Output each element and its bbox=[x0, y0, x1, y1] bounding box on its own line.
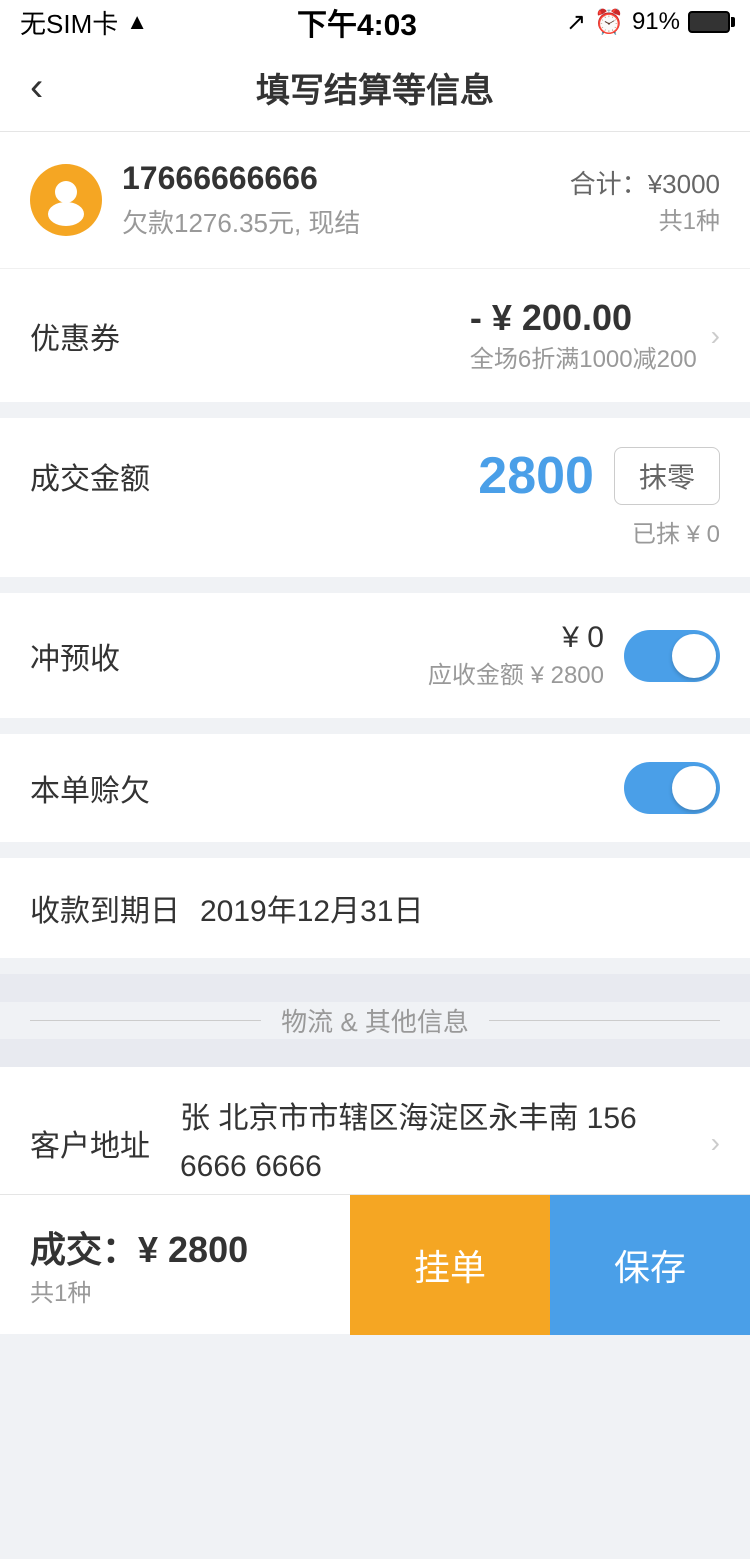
coupon-label: 优惠券 bbox=[30, 314, 120, 358]
coupon-row[interactable]: 优惠券 - ¥ 200.00 全场6折满1000减200 › bbox=[0, 268, 750, 402]
nav-bar: ‹ 填写结算等信息 bbox=[0, 44, 750, 132]
page-title: 填写结算等信息 bbox=[256, 63, 494, 112]
amount-value: 2800 bbox=[478, 446, 594, 506]
prereceive-amount: ¥ 0 应收金额 ¥ 2800 bbox=[428, 621, 604, 690]
prereceive-label: 冲预收 bbox=[30, 634, 120, 678]
customer-row: 17666666666 欠款1276.35元, 现结 合计：¥3000 共1种 bbox=[0, 132, 750, 268]
save-button[interactable]: 保存 bbox=[550, 1195, 750, 1335]
round-button[interactable]: 抹零 bbox=[614, 447, 720, 505]
debt-row: 本单赊欠 bbox=[30, 762, 720, 814]
duedate-value: 2019年12月31日 bbox=[200, 886, 423, 930]
person-icon bbox=[40, 174, 92, 226]
address-value: 张 北京市市辖区海淀区永丰南 156 6666 6666 bbox=[180, 1095, 711, 1191]
coupon-right: - ¥ 200.00 全场6折满1000减200 › bbox=[470, 297, 720, 374]
duedate-row: 收款到期日 2019年12月31日 bbox=[30, 886, 720, 930]
pending-button[interactable]: 挂单 bbox=[350, 1195, 550, 1335]
bottom-transaction: 成交：¥ 2800 bbox=[30, 1221, 320, 1273]
logistics-section: 物流 & 其他信息 bbox=[0, 974, 750, 1067]
back-button[interactable]: ‹ bbox=[30, 65, 43, 110]
customer-total: 合计：¥3000 共1种 bbox=[570, 164, 720, 236]
bottom-summary: 成交：¥ 2800 共1种 bbox=[0, 1221, 350, 1308]
coupon-desc: 全场6折满1000减200 bbox=[470, 339, 697, 374]
debt-section: 本单赊欠 bbox=[0, 734, 750, 842]
battery-percent: 91% bbox=[632, 8, 680, 36]
transaction-section: 成交金额 2800 抹零 已抹 ¥ 0 bbox=[0, 418, 750, 577]
alarm-icon: ⏰ bbox=[594, 8, 624, 37]
prereceive-sub: 应收金额 ¥ 2800 bbox=[428, 655, 604, 690]
prereceive-value: ¥ 0 bbox=[428, 621, 604, 655]
location-icon: ↗ bbox=[566, 8, 586, 37]
coupon-chevron-icon: › bbox=[711, 320, 720, 352]
customer-info: 17666666666 欠款1276.35元, 现结 bbox=[122, 160, 360, 240]
bottom-count: 共1种 bbox=[30, 1273, 320, 1308]
content: 17666666666 欠款1276.35元, 现结 合计：¥3000 共1种 … bbox=[0, 132, 750, 1559]
coupon-discount: - ¥ 200.00 bbox=[470, 297, 701, 339]
prereceive-toggle[interactable] bbox=[624, 630, 720, 682]
avatar bbox=[30, 164, 102, 236]
address-label: 客户地址 bbox=[30, 1121, 150, 1165]
status-time: 下午4:03 bbox=[297, 0, 417, 44]
total-label: 合计：¥3000 bbox=[570, 164, 720, 201]
customer-phone: 17666666666 bbox=[122, 160, 360, 197]
prereceive-section: 冲预收 ¥ 0 应收金额 ¥ 2800 bbox=[0, 593, 750, 718]
wifi-icon: ▲ bbox=[126, 9, 148, 35]
amount-sub: 已抹 ¥ 0 bbox=[30, 514, 720, 549]
address-chevron-icon: › bbox=[711, 1127, 720, 1159]
status-bar: 无SIM卡 ▲ 下午4:03 ↗ ⏰ 91% bbox=[0, 0, 750, 44]
logistics-divider: 物流 & 其他信息 bbox=[0, 1002, 750, 1039]
debt-toggle[interactable] bbox=[624, 762, 720, 814]
customer-subtext: 欠款1276.35元, 现结 bbox=[122, 203, 360, 240]
battery-icon bbox=[688, 11, 730, 33]
prereceive-right: ¥ 0 应收金额 ¥ 2800 bbox=[428, 621, 720, 690]
divider-line-right bbox=[489, 1020, 720, 1021]
customer-left: 17666666666 欠款1276.35元, 现结 bbox=[30, 160, 360, 240]
divider-line-left bbox=[30, 1020, 261, 1021]
total-count: 共1种 bbox=[570, 201, 720, 236]
bottom-bar: 成交：¥ 2800 共1种 挂单 保存 bbox=[0, 1194, 750, 1334]
status-carrier: 无SIM卡 ▲ bbox=[20, 4, 148, 41]
amount-row: 成交金额 2800 抹零 bbox=[30, 446, 720, 506]
prereceive-row: 冲预收 ¥ 0 应收金额 ¥ 2800 bbox=[30, 621, 720, 690]
status-right: ↗ ⏰ 91% bbox=[566, 8, 730, 37]
logistics-label: 物流 & 其他信息 bbox=[261, 1002, 489, 1039]
customer-section: 17666666666 欠款1276.35元, 现结 合计：¥3000 共1种 … bbox=[0, 132, 750, 402]
duedate-section: 收款到期日 2019年12月31日 bbox=[0, 858, 750, 958]
duedate-label: 收款到期日 bbox=[30, 886, 180, 930]
amount-right: 2800 抹零 bbox=[478, 446, 720, 506]
debt-label: 本单赊欠 bbox=[30, 766, 150, 810]
amount-label: 成交金额 bbox=[30, 454, 150, 498]
